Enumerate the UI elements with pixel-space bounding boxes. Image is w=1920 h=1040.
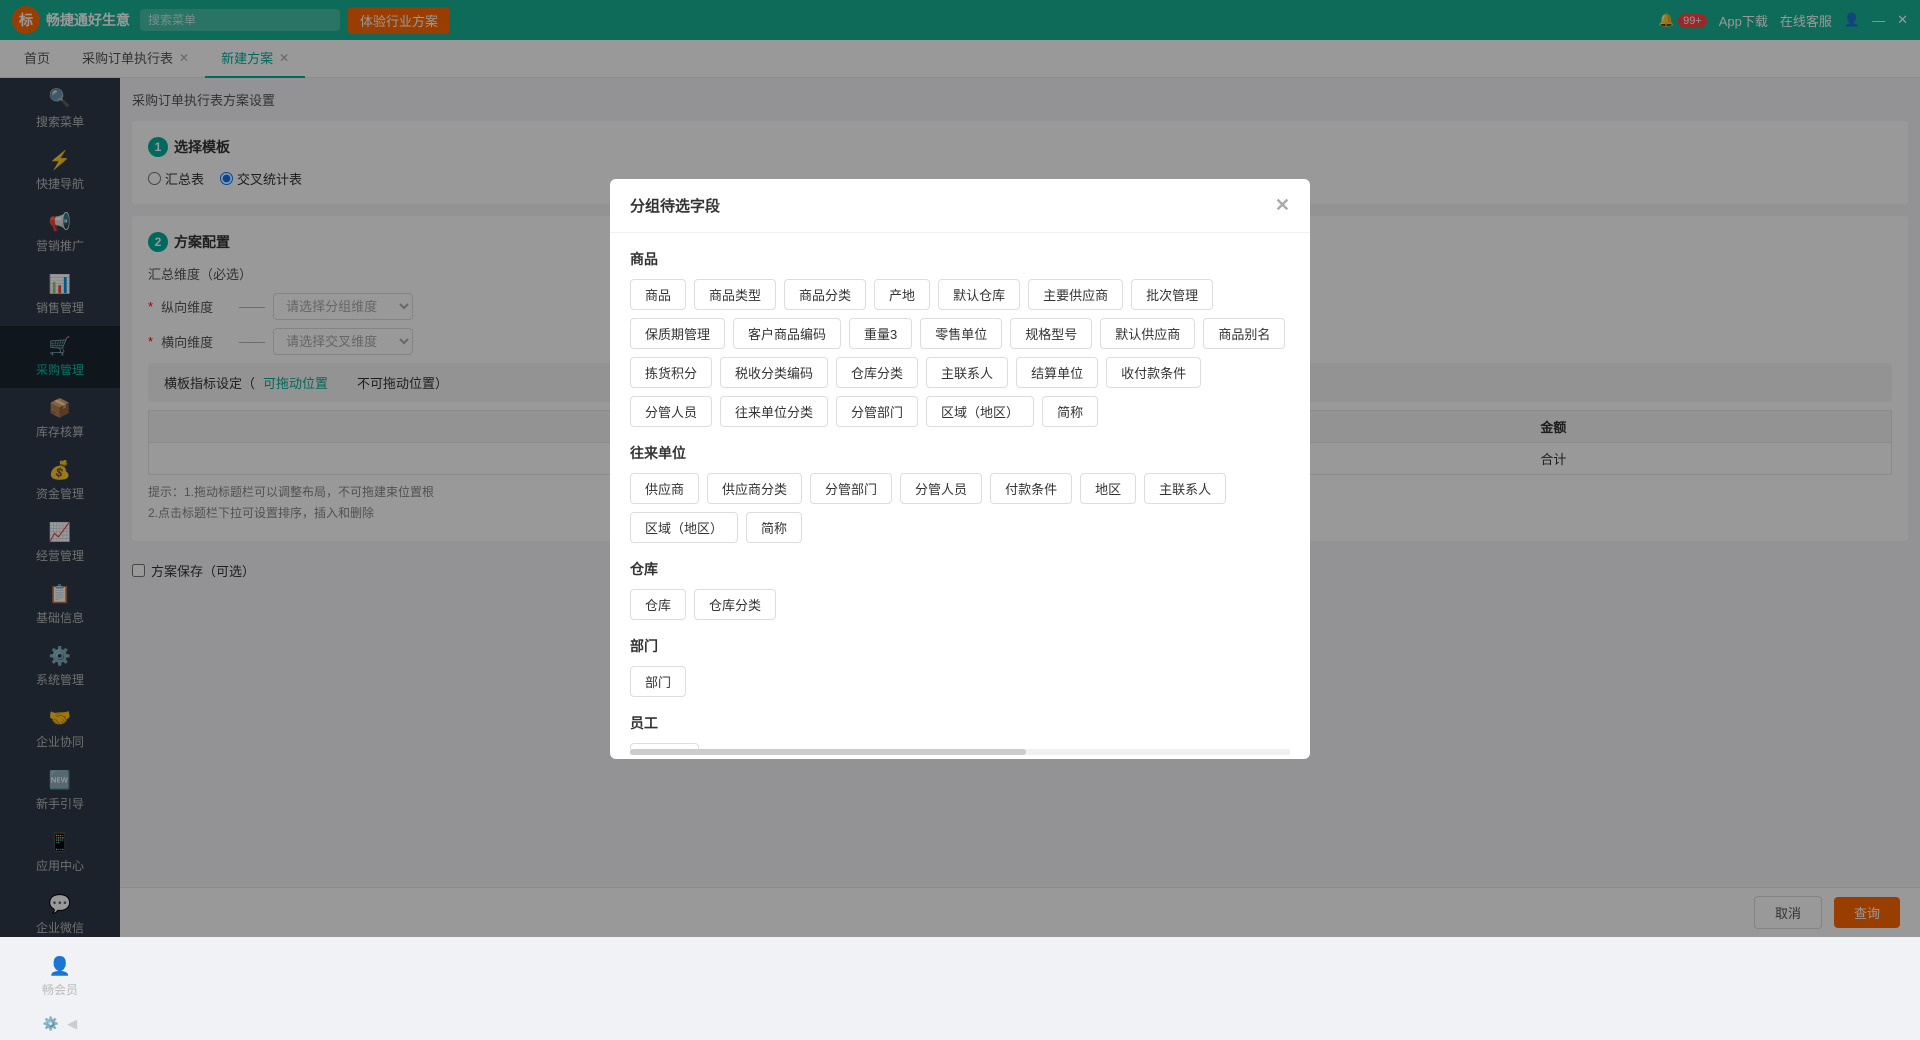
tag-payment-condition[interactable]: 付款条件 bbox=[990, 473, 1072, 504]
member-icon: 👤 bbox=[49, 956, 71, 977]
section-partner-title: 往来单位 bbox=[630, 443, 1290, 463]
tag-payment-terms[interactable]: 收付款条件 bbox=[1106, 357, 1201, 388]
section-partner: 往来单位 供应商 供应商分类 分管部门 分管人员 付款条件 地区 主联系人 区域… bbox=[630, 443, 1290, 543]
tag-pick-points[interactable]: 拣货积分 bbox=[630, 357, 712, 388]
modal-header: 分组待选字段 ✕ bbox=[610, 179, 1310, 233]
section-dept-title: 部门 bbox=[630, 636, 1290, 656]
tag-partner-supervisor[interactable]: 分管人员 bbox=[900, 473, 982, 504]
tag-weight[interactable]: 重量3 bbox=[849, 318, 912, 349]
tag-settlement-unit[interactable]: 结算单位 bbox=[1016, 357, 1098, 388]
tag-origin[interactable]: 产地 bbox=[874, 279, 930, 310]
sidebar-label-member: 畅会员 bbox=[42, 981, 78, 998]
tag-region[interactable]: 区域（地区） bbox=[926, 396, 1034, 427]
sidebar-item-member[interactable]: 👤 畅会员 bbox=[0, 946, 120, 1008]
tag-goods-category[interactable]: 商品分类 bbox=[784, 279, 866, 310]
tag-batch-mgmt[interactable]: 批次管理 bbox=[1131, 279, 1213, 310]
section-warehouse: 仓库 仓库 仓库分类 bbox=[630, 559, 1290, 620]
tag-shelf-life[interactable]: 保质期管理 bbox=[630, 318, 725, 349]
tag-goods[interactable]: 商品 bbox=[630, 279, 686, 310]
tag-customer-code[interactable]: 客户商品编码 bbox=[733, 318, 841, 349]
tag-short-name[interactable]: 简称 bbox=[1042, 396, 1098, 427]
tag-supervisor[interactable]: 分管人员 bbox=[630, 396, 712, 427]
tag-warehouse[interactable]: 仓库 bbox=[630, 589, 686, 620]
tag-supplier[interactable]: 供应商 bbox=[630, 473, 699, 504]
tag-warehouse-cat[interactable]: 仓库分类 bbox=[694, 589, 776, 620]
tag-main-supplier[interactable]: 主要供应商 bbox=[1028, 279, 1123, 310]
tag-default-warehouse[interactable]: 默认仓库 bbox=[938, 279, 1020, 310]
dept-field-tags: 部门 bbox=[630, 666, 1290, 697]
tag-dept-supervisor[interactable]: 分管部门 bbox=[836, 396, 918, 427]
section-goods: 商品 商品 商品类型 商品分类 产地 默认仓库 主要供应商 批次管理 保质期管理… bbox=[630, 249, 1290, 427]
modal-horizontal-scrollbar[interactable] bbox=[630, 749, 1290, 755]
scrollbar-thumb bbox=[630, 749, 1026, 755]
tag-goods-type[interactable]: 商品类型 bbox=[694, 279, 776, 310]
menu-collapse-icon[interactable]: ◀ bbox=[67, 1016, 77, 1032]
tag-partner-contact[interactable]: 主联系人 bbox=[1144, 473, 1226, 504]
modal-title: 分组待选字段 bbox=[630, 195, 720, 216]
warehouse-field-tags: 仓库 仓库分类 bbox=[630, 589, 1290, 620]
tag-partner-short[interactable]: 简称 bbox=[746, 512, 802, 543]
tag-warehouse-category[interactable]: 仓库分类 bbox=[836, 357, 918, 388]
tag-area[interactable]: 地区 bbox=[1080, 473, 1136, 504]
modal-overlay: 分组待选字段 ✕ 商品 商品 商品类型 商品分类 产地 默认仓库 主要供应商 批… bbox=[0, 0, 1920, 937]
sidebar-bottom: ⚙️ ◀ bbox=[0, 1008, 120, 1040]
section-employee: 员工 业务员 bbox=[630, 713, 1290, 749]
section-warehouse-title: 仓库 bbox=[630, 559, 1290, 579]
section-goods-title: 商品 bbox=[630, 249, 1290, 269]
tag-partner-region[interactable]: 区域（地区） bbox=[630, 512, 738, 543]
tag-tax-code[interactable]: 税收分类编码 bbox=[720, 357, 828, 388]
tag-partner-dept[interactable]: 分管部门 bbox=[810, 473, 892, 504]
tag-goods-alias[interactable]: 商品别名 bbox=[1203, 318, 1285, 349]
modal-body: 商品 商品 商品类型 商品分类 产地 默认仓库 主要供应商 批次管理 保质期管理… bbox=[610, 233, 1310, 749]
tag-retail-unit[interactable]: 零售单位 bbox=[920, 318, 1002, 349]
tag-partner-category[interactable]: 往来单位分类 bbox=[720, 396, 828, 427]
tag-spec[interactable]: 规格型号 bbox=[1010, 318, 1092, 349]
tag-supplier-category[interactable]: 供应商分类 bbox=[707, 473, 802, 504]
goods-field-tags: 商品 商品类型 商品分类 产地 默认仓库 主要供应商 批次管理 保质期管理 客户… bbox=[630, 279, 1290, 427]
section-employee-title: 员工 bbox=[630, 713, 1290, 733]
partner-field-tags: 供应商 供应商分类 分管部门 分管人员 付款条件 地区 主联系人 区域（地区） … bbox=[630, 473, 1290, 543]
modal-close-button[interactable]: ✕ bbox=[1275, 195, 1290, 216]
tag-main-contact[interactable]: 主联系人 bbox=[926, 357, 1008, 388]
tag-dept[interactable]: 部门 bbox=[630, 666, 686, 697]
section-dept: 部门 部门 bbox=[630, 636, 1290, 697]
settings-bottom-icon[interactable]: ⚙️ bbox=[43, 1016, 59, 1032]
modal: 分组待选字段 ✕ 商品 商品 商品类型 商品分类 产地 默认仓库 主要供应商 批… bbox=[610, 179, 1310, 759]
tag-default-supplier[interactable]: 默认供应商 bbox=[1100, 318, 1195, 349]
